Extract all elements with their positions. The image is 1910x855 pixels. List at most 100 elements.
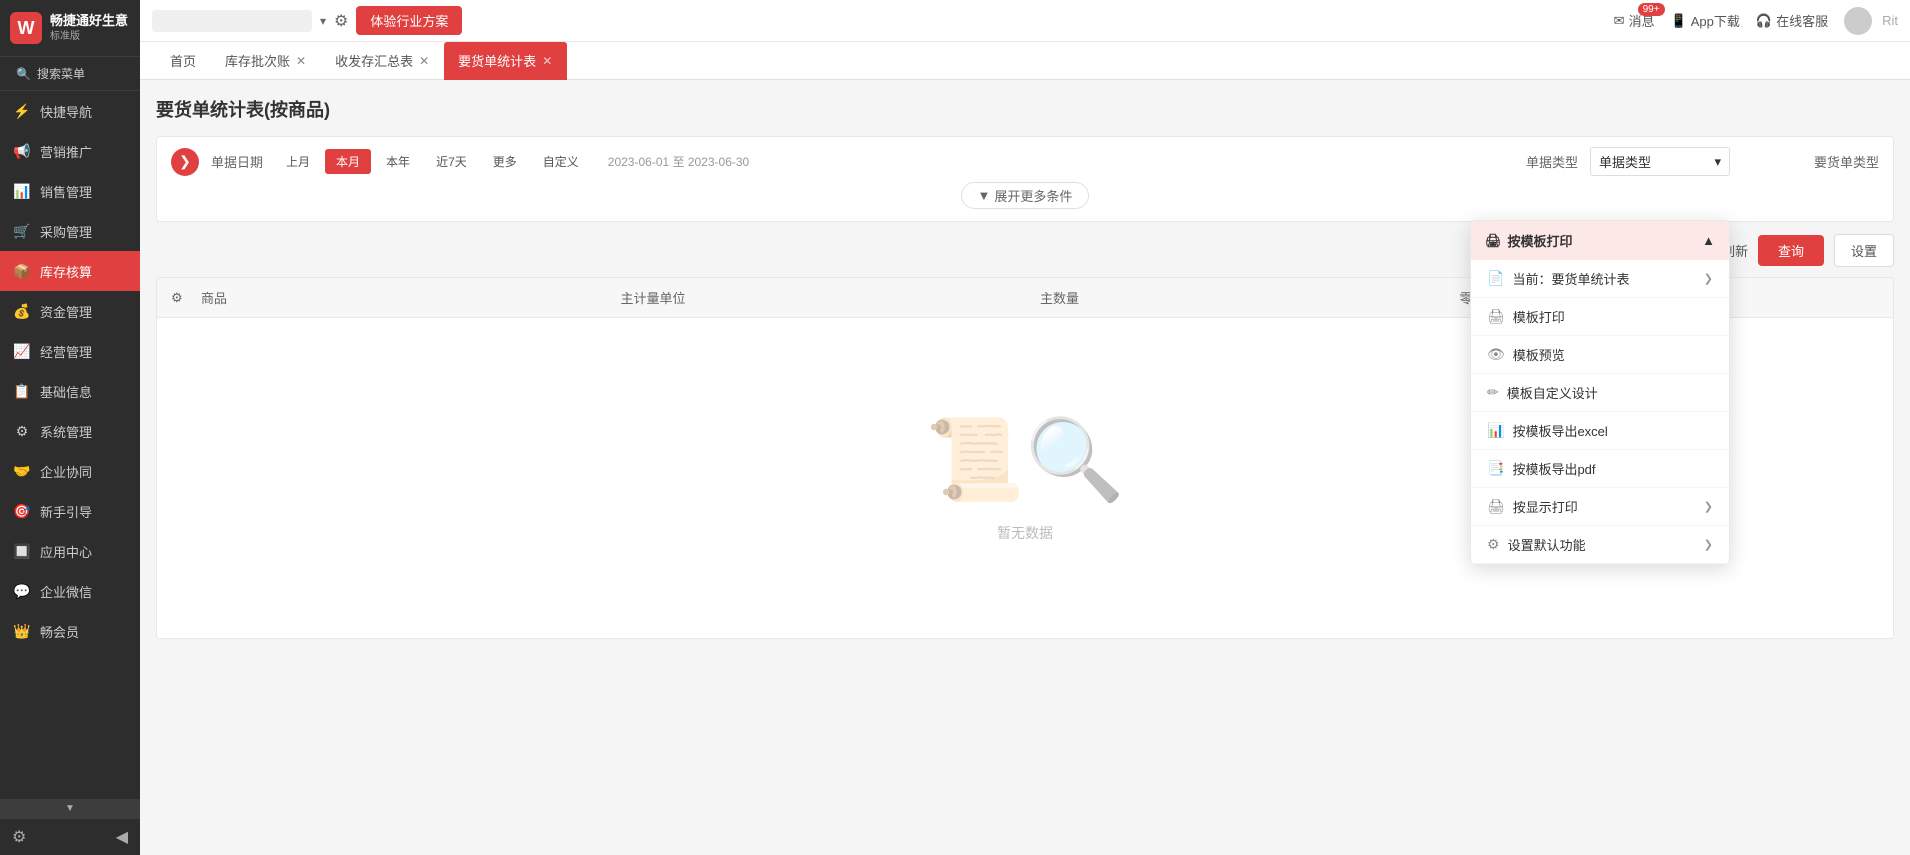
item-icon-export-pdf: 📑 xyxy=(1487,460,1504,477)
brand-name: 畅捷通好生意 xyxy=(50,13,128,30)
empty-icon: 📜🔍 xyxy=(925,413,1124,507)
nav-label-operations: 经营管理 xyxy=(40,342,92,361)
user-profile[interactable]: Rit xyxy=(1844,7,1898,35)
date-btn-5[interactable]: 自定义 xyxy=(532,149,590,174)
sidebar-item-inventory[interactable]: 📦 库存核算 xyxy=(0,251,140,291)
type-select[interactable]: 单据类型 ▾ xyxy=(1590,147,1730,176)
tab-label-home: 首页 xyxy=(170,51,196,70)
topbar-dropdown-btn[interactable]: ▾ xyxy=(320,14,326,28)
nav-icon-guide: 🎯 xyxy=(12,501,32,521)
online-service-button[interactable]: 🎧 在线客服 xyxy=(1756,11,1828,30)
topbar: ▾ ⚙ 体验行业方案 ✉ 消息 99+ 📱 App下载 🎧 在线客服 Rit xyxy=(140,0,1910,42)
nav-label-finance: 资金管理 xyxy=(40,302,92,321)
sidebar-item-quick-nav[interactable]: ⚡ 快捷导航 xyxy=(0,91,140,131)
nav-label-guide: 新手引导 xyxy=(40,502,92,521)
sidebar-item-collab[interactable]: 🤝 企业协同 xyxy=(0,451,140,491)
print-item-display-print[interactable]: 🖨 按显示打印 ❯ xyxy=(1471,488,1729,526)
sidebar-logo-icon: W xyxy=(10,12,42,44)
tab-receipts-summary[interactable]: 收发存汇总表✕ xyxy=(321,42,444,80)
app-download-button[interactable]: 📱 App下载 xyxy=(1671,11,1740,30)
page-area: 要货单统计表(按商品) ❯ 单据日期 上月本月本年近7天更多自定义 2023-0… xyxy=(140,80,1910,855)
date-btn-1[interactable]: 本月 xyxy=(325,149,371,174)
item-arrow-display-print: ❯ xyxy=(1704,500,1713,513)
topbar-search-input[interactable] xyxy=(152,10,312,32)
date-btn-3[interactable]: 近7天 xyxy=(425,149,478,174)
tab-inventory-batch[interactable]: 库存批次账 ✕ xyxy=(211,42,321,80)
date-btn-2[interactable]: 本年 xyxy=(375,149,421,174)
sidebar-item-finance[interactable]: 💰 资金管理 xyxy=(0,291,140,331)
sidebar-item-system[interactable]: ⚙ 系统管理 xyxy=(0,411,140,451)
sidebar-item-operations[interactable]: 📈 经营管理 xyxy=(0,331,140,371)
message-icon: ✉ xyxy=(1614,13,1625,29)
print-item-default-func[interactable]: ⚙ 设置默认功能 ❯ xyxy=(1471,526,1729,564)
tab-label-inventory-batch: 库存批次账 xyxy=(225,51,290,70)
print-item-current-template[interactable]: 📄 当前：要货单统计表 ❯ xyxy=(1471,260,1729,298)
messages-button[interactable]: ✉ 消息 99+ xyxy=(1614,11,1655,30)
page-title: 要货单统计表(按商品) xyxy=(156,96,1894,122)
tab-close-receipts-summary[interactable]: ✕ xyxy=(419,54,429,68)
nav-label-apps: 应用中心 xyxy=(40,542,92,561)
th-settings[interactable]: ⚙ xyxy=(171,290,201,306)
item-label-default-func: 设置默认功能 xyxy=(1508,535,1586,554)
sidebar-item-guide[interactable]: 🎯 新手引导 xyxy=(0,491,140,531)
sidebar-item-sales[interactable]: 📊 销售管理 xyxy=(0,171,140,211)
sidebar-bottom: ⚙ ◀ xyxy=(0,818,140,855)
item-label-current-template: 当前：要货单统计表 xyxy=(1512,269,1629,288)
type-filter-label: 单据类型 xyxy=(1526,152,1578,171)
topbar-actions: ✉ 消息 99+ 📱 App下载 🎧 在线客服 Rit xyxy=(1614,7,1898,35)
print-item-template-preview[interactable]: 👁 模板预览 xyxy=(1471,336,1729,374)
settings-icon[interactable]: ⚙ xyxy=(12,827,26,847)
toggle-sidebar-icon[interactable]: ◀ xyxy=(116,827,128,847)
tab-close-order-stats[interactable]: ✕ xyxy=(542,54,552,68)
item-icon-template-design: ✏ xyxy=(1487,384,1499,401)
date-filter-label: 单据日期 xyxy=(211,152,263,171)
item-icon-export-excel: 📊 xyxy=(1487,422,1504,439)
sidebar-item-member[interactable]: 👑 畅会员 xyxy=(0,611,140,651)
item-label-template-design: 模板自定义设计 xyxy=(1507,383,1598,402)
date-btn-4[interactable]: 更多 xyxy=(482,149,528,174)
nav-icon-system: ⚙ xyxy=(12,421,32,441)
online-service-label: 在线客服 xyxy=(1776,11,1828,30)
date-range: 2023-06-01 至 2023-06-30 xyxy=(608,153,749,170)
sidebar-item-wechat[interactable]: 💬 企业微信 xyxy=(0,571,140,611)
promo-button[interactable]: 体验行业方案 xyxy=(356,6,462,35)
print-item-template-design[interactable]: ✏ 模板自定义设计 xyxy=(1471,374,1729,412)
print-dropdown-close[interactable]: ▲ xyxy=(1702,233,1715,248)
print-dropdown-header[interactable]: 🖨 按模板打印 ▲ xyxy=(1471,221,1729,260)
item-label-display-print: 按显示打印 xyxy=(1513,497,1578,516)
nav-label-member: 畅会员 xyxy=(40,622,79,641)
print-dropdown: 🖨 按模板打印 ▲ 📄 当前：要货单统计表 ❯ 🖨 模板打印 👁 模板预览 ✏ … xyxy=(1470,220,1730,565)
sidebar-item-marketing[interactable]: 📢 营销推广 xyxy=(0,131,140,171)
sidebar-scroll-down[interactable]: ▼ xyxy=(0,799,140,818)
topbar-settings-icon[interactable]: ⚙ xyxy=(334,11,348,31)
query-button[interactable]: 查询 xyxy=(1758,235,1824,266)
expand-more-button[interactable]: ▼ 展开更多条件 xyxy=(961,182,1090,209)
tab-home[interactable]: 首页 xyxy=(156,42,211,80)
settings-button[interactable]: 设置 xyxy=(1834,234,1894,267)
tab-bar: 首页库存批次账✕收发存汇总表✕要货单统计表✕ xyxy=(140,42,1910,80)
print-item-template-print[interactable]: 🖨 模板打印 xyxy=(1471,298,1729,336)
item-label-export-excel: 按模板导出excel xyxy=(1512,421,1607,440)
tab-order-stats[interactable]: 要货单统计表 ✕ xyxy=(444,42,567,80)
type-select-value: 单据类型 xyxy=(1599,152,1651,171)
sidebar-search[interactable]: 🔍 搜索菜单 xyxy=(0,57,140,91)
nav-icon-member: 👑 xyxy=(12,621,32,641)
item-arrow-current-template: ❯ xyxy=(1704,272,1713,285)
user-name: Rit xyxy=(1882,13,1898,28)
filter-card: ❯ 单据日期 上月本月本年近7天更多自定义 2023-06-01 至 2023-… xyxy=(156,136,1894,222)
main-content: ▾ ⚙ 体验行业方案 ✉ 消息 99+ 📱 App下载 🎧 在线客服 Rit xyxy=(140,0,1910,855)
sidebar-item-basic[interactable]: 📋 基础信息 xyxy=(0,371,140,411)
print-item-export-pdf[interactable]: 📑 按模板导出pdf xyxy=(1471,450,1729,488)
sidebar-item-purchase[interactable]: 🛒 采购管理 xyxy=(0,211,140,251)
search-label: 搜索菜单 xyxy=(37,65,85,82)
date-btn-0[interactable]: 上月 xyxy=(275,149,321,174)
nav-icon-quick-nav: ⚡ xyxy=(12,101,32,121)
tab-label-order-stats: 要货单统计表 xyxy=(458,51,536,70)
print-item-export-excel[interactable]: 📊 按模板导出excel xyxy=(1471,412,1729,450)
sidebar-item-apps[interactable]: 🔲 应用中心 xyxy=(0,531,140,571)
tab-close-inventory-batch[interactable]: ✕ xyxy=(296,54,306,68)
nav-label-system: 系统管理 xyxy=(40,422,92,441)
expand-btn-row: ▼ 展开更多条件 xyxy=(171,176,1879,211)
sidebar-logo-text: 畅捷通好生意 标准版 xyxy=(50,13,128,43)
filter-nav-icon[interactable]: ❯ xyxy=(171,148,199,176)
